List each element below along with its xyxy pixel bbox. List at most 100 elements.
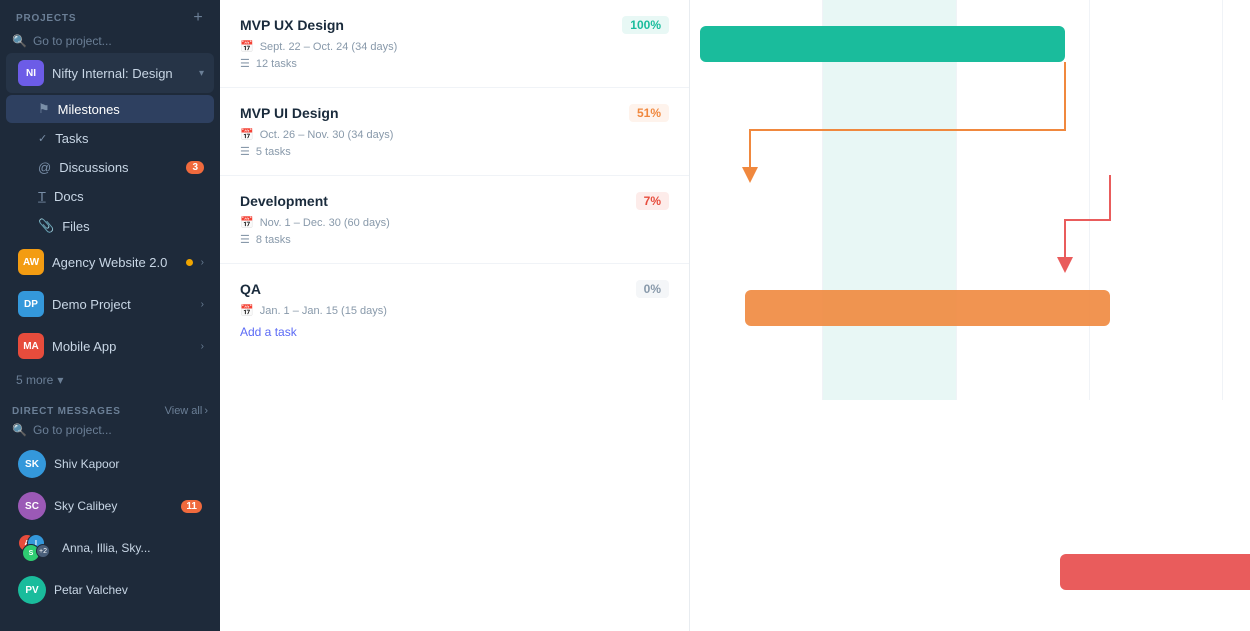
avatar: DP: [18, 291, 44, 317]
chevron-right-icon: ›: [201, 257, 204, 268]
milestone-percent: 100%: [622, 16, 669, 34]
project-item-agency[interactable]: AW Agency Website 2.0 ›: [6, 242, 214, 282]
gantt-row-3: [690, 352, 1250, 440]
project-name: Agency Website 2.0: [52, 255, 178, 270]
milestones-icon: ⚑: [38, 101, 50, 117]
discussions-icon: @: [38, 160, 51, 175]
chevron-right-icon: ›: [201, 341, 204, 352]
milestone-row: Development 7% 📅 Nov. 1 – Dec. 30 (60 da…: [220, 176, 689, 264]
tasks-icon: ☰: [240, 233, 250, 246]
sidebar-item-discussions[interactable]: @ Discussions 3: [6, 154, 214, 181]
sidebar-item-milestones[interactable]: ⚑ Milestones: [6, 95, 214, 123]
dm-badge: 11: [181, 500, 202, 513]
dm-header: DIRECT MESSAGES View all ›: [0, 393, 220, 421]
milestone-percent: 51%: [629, 104, 669, 122]
milestone-percent: 0%: [636, 280, 669, 298]
milestone-title: QA: [240, 281, 261, 297]
milestone-row: MVP UI Design 51% 📅 Oct. 26 – Nov. 30 (3…: [220, 88, 689, 176]
project-search-input[interactable]: [33, 34, 208, 48]
add-project-button[interactable]: +: [188, 8, 208, 28]
calendar-icon: 📅: [240, 40, 254, 53]
avatar: SK: [18, 450, 46, 478]
milestone-date: 📅 Jan. 1 – Jan. 15 (15 days): [240, 304, 669, 317]
search-icon: 🔍: [12, 423, 27, 437]
dm-item-group[interactable]: A I S +2 Anna, Illia, Sky...: [6, 528, 214, 568]
tasks-icon: ☰: [240, 145, 250, 158]
dm-item-shiv[interactable]: SK Shiv Kapoor: [6, 444, 214, 484]
avatar: PV: [18, 576, 46, 604]
sidebar-item-tasks[interactable]: ✓ Tasks: [6, 125, 214, 152]
project-item-nifty[interactable]: NI Nifty Internal: Design ▾: [6, 53, 214, 93]
docs-icon: T̲: [38, 189, 46, 204]
project-name: Nifty Internal: Design: [52, 66, 191, 81]
chevron-right-icon: ›: [204, 405, 208, 417]
milestones-panel: MVP UX Design 100% 📅 Sept. 22 – Oct. 24 …: [220, 0, 690, 631]
dm-item-sky[interactable]: SC Sky Calibey 11: [6, 486, 214, 526]
dm-search-input[interactable]: [33, 423, 208, 437]
check-icon: ✓: [38, 132, 47, 145]
gantt-inner: [690, 0, 1250, 400]
project-item-mobile[interactable]: MA Mobile App ›: [6, 326, 214, 366]
notification-dot: [186, 259, 193, 266]
milestone-date: 📅 Oct. 26 – Nov. 30 (34 days): [240, 128, 669, 141]
files-icon: 📎: [38, 218, 54, 234]
dm-section-label: DIRECT MESSAGES: [12, 406, 165, 417]
gantt-container: MVP UX Design 100% 📅 Sept. 22 – Oct. 24 …: [220, 0, 1250, 631]
dm-search[interactable]: 🔍: [0, 421, 220, 443]
milestone-percent: 7%: [636, 192, 669, 210]
gantt-row-1: [690, 0, 1250, 88]
milestone-row: MVP UX Design 100% 📅 Sept. 22 – Oct. 24 …: [220, 0, 689, 88]
view-all-link[interactable]: View all ›: [165, 405, 208, 417]
gantt-bar-mvp-ui[interactable]: [745, 290, 1110, 326]
milestone-tasks: ☰ 8 tasks: [240, 233, 669, 246]
tasks-icon: ☰: [240, 57, 250, 70]
search-icon: 🔍: [12, 34, 27, 48]
discussions-badge: 3: [186, 161, 204, 174]
calendar-icon: 📅: [240, 304, 254, 317]
calendar-icon: 📅: [240, 128, 254, 141]
sidebar: PROJECTS + 🔍 NI Nifty Internal: Design ▾…: [0, 0, 220, 631]
sidebar-item-label: Tasks: [55, 131, 88, 146]
sidebar-item-label: Discussions: [59, 160, 128, 175]
avatar: NI: [18, 60, 44, 86]
dm-user-name: Shiv Kapoor: [54, 457, 202, 471]
milestone-row: QA 0% 📅 Jan. 1 – Jan. 15 (15 days) Add a…: [220, 264, 689, 357]
milestone-tasks: ☰ 12 tasks: [240, 57, 669, 70]
project-item-demo[interactable]: DP Demo Project ›: [6, 284, 214, 324]
group-avatar: A I S +2: [18, 534, 54, 562]
avatar: MA: [18, 333, 44, 359]
sidebar-item-label: Files: [62, 219, 89, 234]
milestone-title: MVP UX Design: [240, 17, 344, 33]
dm-item-petar[interactable]: PV Petar Valchev: [6, 570, 214, 610]
projects-header: PROJECTS +: [0, 0, 220, 30]
sidebar-item-label: Milestones: [58, 102, 120, 117]
chevron-right-icon: ›: [201, 299, 204, 310]
dm-user-name: Anna, Illia, Sky...: [62, 541, 202, 555]
chevron-down-icon: ▾: [57, 373, 63, 387]
main-content: MVP UX Design 100% 📅 Sept. 22 – Oct. 24 …: [220, 0, 1250, 631]
calendar-icon: 📅: [240, 216, 254, 229]
milestone-date: 📅 Sept. 22 – Oct. 24 (34 days): [240, 40, 669, 53]
milestone-date: 📅 Nov. 1 – Dec. 30 (60 days): [240, 216, 669, 229]
sidebar-item-label: Docs: [54, 189, 84, 204]
project-search[interactable]: 🔍: [0, 30, 220, 52]
gantt-panel[interactable]: [690, 0, 1250, 631]
milestone-tasks: ☰ 5 tasks: [240, 145, 669, 158]
chevron-down-icon: ▾: [199, 68, 204, 79]
projects-section-label: PROJECTS: [0, 13, 188, 24]
sidebar-item-files[interactable]: 📎 Files: [6, 212, 214, 240]
gantt-bar-development[interactable]: [1060, 554, 1250, 590]
milestone-title: MVP UI Design: [240, 105, 339, 121]
avatar: AW: [18, 249, 44, 275]
milestone-title: Development: [240, 193, 328, 209]
gantt-bar-mvp-ux[interactable]: [700, 26, 1065, 62]
dm-user-name: Sky Calibey: [54, 499, 173, 513]
more-projects-button[interactable]: 5 more ▾: [0, 367, 220, 393]
gantt-row-2: [690, 176, 1250, 264]
more-label: 5 more: [16, 373, 53, 387]
gantt-rows: [690, 0, 1250, 400]
add-task-link[interactable]: Add a task: [240, 325, 297, 339]
avatar: SC: [18, 492, 46, 520]
dm-user-name: Petar Valchev: [54, 583, 202, 597]
sidebar-item-docs[interactable]: T̲ Docs: [6, 183, 214, 210]
